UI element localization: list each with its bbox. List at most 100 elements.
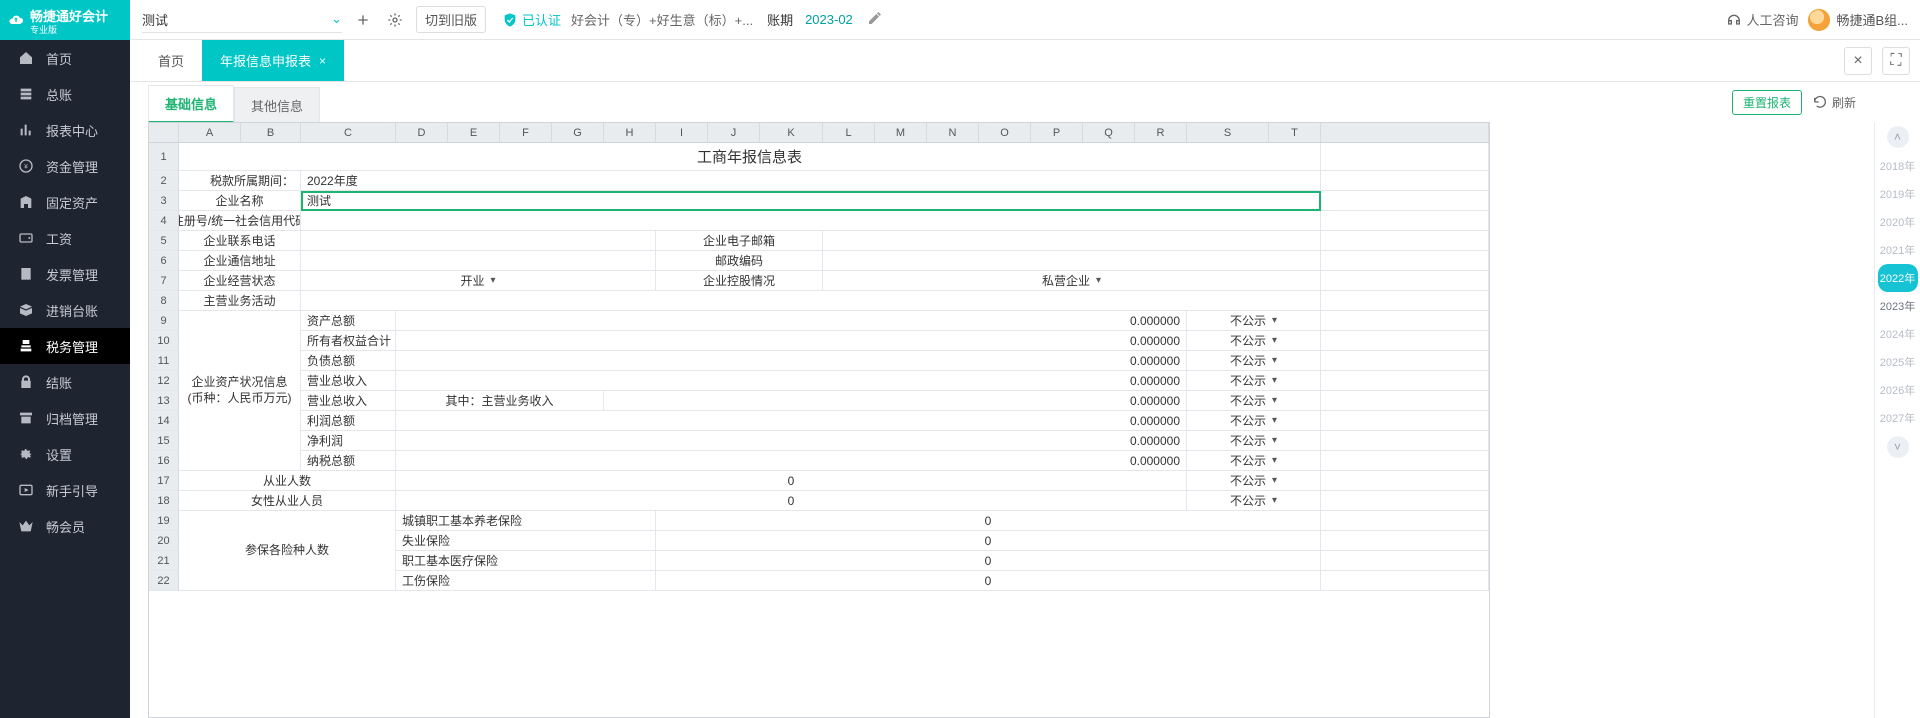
column-header[interactable]: D [396, 123, 448, 142]
input-main-biz[interactable] [301, 291, 1321, 311]
sidebar-item-inventory[interactable]: 进销台账 [0, 292, 130, 328]
year-option[interactable]: 2021年 [1878, 236, 1918, 264]
row-header[interactable]: 3 [149, 191, 179, 211]
column-header[interactable]: N [927, 123, 979, 142]
add-button[interactable] [352, 9, 374, 31]
column-header[interactable]: R [1135, 123, 1187, 142]
sidebar-item-fixed-assets[interactable]: 固定资产 [0, 184, 130, 220]
year-option[interactable]: 2019年 [1878, 180, 1918, 208]
value-emp-count[interactable]: 0 [396, 471, 1187, 491]
column-header[interactable]: C [301, 123, 396, 142]
row-header[interactable]: 14 [149, 411, 179, 431]
value-profit_total[interactable]: 0.000000 [396, 411, 1187, 431]
select-disclosure-rev_total[interactable]: 不公示 [1187, 391, 1321, 411]
sidebar-item-ledger[interactable]: 总账 [0, 76, 130, 112]
spreadsheet[interactable]: ABCDEFGHIJKLMNOPQRST 1工商年报信息表2税款所属期间：202… [148, 122, 1490, 718]
row-header[interactable]: 2 [149, 171, 179, 191]
column-header[interactable]: M [875, 123, 927, 142]
switch-old-button[interactable]: 切到旧版 [416, 6, 486, 33]
row-header[interactable]: 20 [149, 531, 179, 551]
value-ins_injury[interactable]: 0 [656, 571, 1321, 591]
select-holding[interactable]: 私营企业 [823, 271, 1321, 291]
column-header[interactable]: L [823, 123, 875, 142]
value-net_profit[interactable]: 0.000000 [396, 431, 1187, 451]
row-header[interactable]: 22 [149, 571, 179, 591]
row-header[interactable]: 6 [149, 251, 179, 271]
select-disclosure-equity_total[interactable]: 不公示 [1187, 331, 1321, 351]
period-value[interactable]: 2023-02 [805, 12, 853, 27]
year-option[interactable]: 2023年 [1878, 292, 1918, 320]
sidebar-item-funds[interactable]: ¥ 资金管理 [0, 148, 130, 184]
value-ins_unemp[interactable]: 0 [656, 531, 1321, 551]
row-header[interactable]: 17 [149, 471, 179, 491]
input-email[interactable] [823, 231, 1321, 251]
sidebar-item-guide[interactable]: 新手引导 [0, 472, 130, 508]
column-header[interactable]: J [708, 123, 760, 142]
value-asset_total[interactable]: 0.000000 [396, 311, 1187, 331]
value-liab_total[interactable]: 0.000000 [396, 351, 1187, 371]
column-header[interactable]: P [1031, 123, 1083, 142]
column-header[interactable]: O [979, 123, 1031, 142]
value-rev_total[interactable]: 0.000000 [604, 391, 1187, 411]
select-disclosure-rev_total[interactable]: 不公示 [1187, 371, 1321, 391]
user-menu[interactable]: 畅捷通B组... [1808, 9, 1908, 31]
select-disclosure-profit_total[interactable]: 不公示 [1187, 411, 1321, 431]
column-header[interactable]: F [500, 123, 552, 142]
value-female-emp[interactable]: 0 [396, 491, 1187, 511]
input-postcode[interactable] [823, 251, 1321, 271]
settings-button[interactable] [384, 9, 406, 31]
row-header[interactable]: 1 [149, 143, 179, 171]
year-option[interactable]: 2026年 [1878, 376, 1918, 404]
tab-close-all-button[interactable]: × [1844, 47, 1872, 75]
input-address[interactable] [301, 251, 656, 271]
reset-report-button[interactable]: 重置报表 [1732, 90, 1802, 115]
sidebar-item-closing[interactable]: 结账 [0, 364, 130, 400]
row-header[interactable]: 13 [149, 391, 179, 411]
year-option[interactable]: 2020年 [1878, 208, 1918, 236]
value-tax_total[interactable]: 0.000000 [396, 451, 1187, 471]
row-header[interactable]: 4 [149, 211, 179, 231]
column-header[interactable]: B [241, 123, 301, 142]
sidebar-item-tax[interactable]: 税务管理 [0, 328, 130, 364]
year-option[interactable]: 2025年 [1878, 348, 1918, 376]
tab-annual-report[interactable]: 年报信息申报表 × [202, 40, 344, 81]
select-disclosure-emp[interactable]: 不公示 [1187, 471, 1321, 491]
tab-expand-button[interactable]: ⛶ [1882, 47, 1910, 75]
row-header[interactable]: 18 [149, 491, 179, 511]
input-phone[interactable] [301, 231, 656, 251]
column-header[interactable]: A [179, 123, 241, 142]
year-down-button[interactable]: ˅ [1887, 436, 1909, 458]
grid-body[interactable]: 1工商年报信息表2税款所属期间：2022年度3企业名称测试4注册号/统一社会信用… [149, 143, 1489, 591]
sidebar-item-settings[interactable]: 设置 [0, 436, 130, 472]
refresh-button[interactable]: 刷新 [1812, 94, 1856, 111]
value-ins_pension[interactable]: 0 [656, 511, 1321, 531]
row-header[interactable]: 21 [149, 551, 179, 571]
select-disclosure-female[interactable]: 不公示 [1187, 491, 1321, 511]
tab-home[interactable]: 首页 [140, 40, 202, 81]
column-header[interactable]: S [1187, 123, 1269, 142]
select-disclosure-liab_total[interactable]: 不公示 [1187, 351, 1321, 371]
subtab-basic[interactable]: 基础信息 [148, 85, 234, 123]
row-header[interactable]: 9 [149, 311, 179, 331]
row-header[interactable]: 19 [149, 511, 179, 531]
row-header[interactable]: 5 [149, 231, 179, 251]
column-header[interactable]: T [1269, 123, 1321, 142]
select-biz-status[interactable]: 开业 [301, 271, 656, 291]
close-icon[interactable]: × [319, 54, 326, 68]
sidebar-item-invoice[interactable]: 发票管理 [0, 256, 130, 292]
sidebar-item-archive[interactable]: 归档管理 [0, 400, 130, 436]
row-header[interactable]: 15 [149, 431, 179, 451]
year-up-button[interactable]: ˄ [1887, 126, 1909, 148]
row-header[interactable]: 11 [149, 351, 179, 371]
company-select[interactable]: 测试 ⌄ [142, 7, 342, 33]
year-option[interactable]: 2027年 [1878, 404, 1918, 432]
input-reg-code[interactable] [301, 211, 1321, 231]
select-disclosure-net_profit[interactable]: 不公示 [1187, 431, 1321, 451]
column-header[interactable]: G [552, 123, 604, 142]
input-company-name[interactable]: 测试 [301, 191, 1321, 211]
value-rev_total[interactable]: 0.000000 [396, 371, 1187, 391]
column-header[interactable]: E [448, 123, 500, 142]
column-header[interactable]: I [656, 123, 708, 142]
select-disclosure-asset_total[interactable]: 不公示 [1187, 311, 1321, 331]
support-button[interactable]: 人工咨询 [1726, 10, 1798, 29]
